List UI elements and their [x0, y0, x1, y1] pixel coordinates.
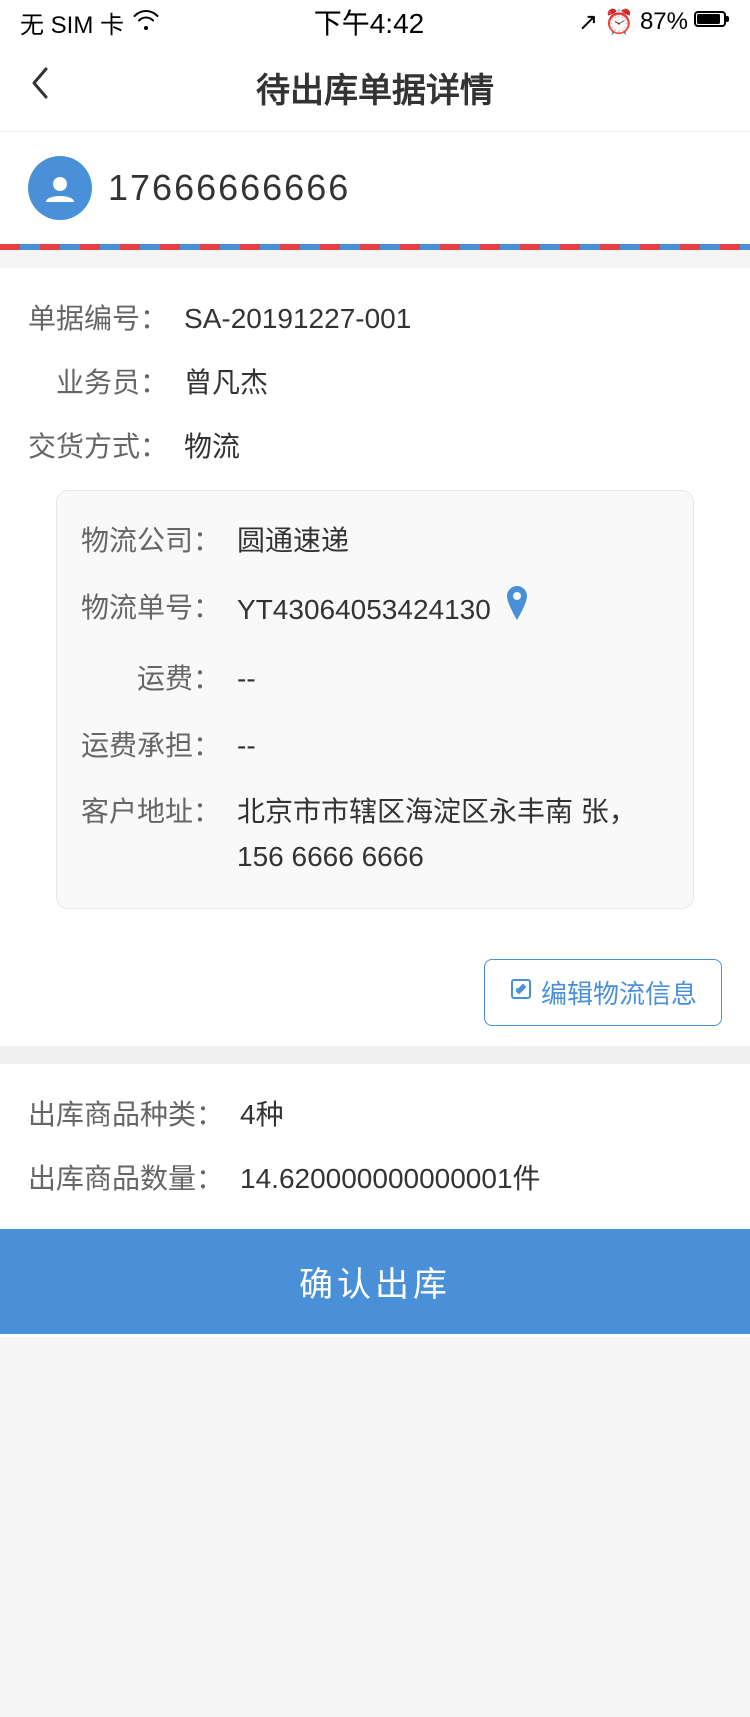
salesman-value: 曾凡杰 [184, 362, 722, 404]
goods-type-value: 4种 [240, 1094, 722, 1136]
delivery-label: 交货方式： [28, 426, 168, 468]
page-title: 待出库单据详情 [256, 63, 494, 112]
user-header: 17666666666 [0, 132, 750, 244]
freight-value: -- [237, 657, 669, 702]
user-phone: 17666666666 [108, 167, 350, 209]
order-no-value: SA-20191227-001 [184, 298, 722, 340]
avatar [28, 156, 92, 220]
tracking-value: YT43064053424130 [237, 586, 669, 635]
freight-label: 运费： [81, 657, 221, 702]
confirm-button-container: 确认出库 [0, 1229, 750, 1334]
salesman-label: 业务员： [28, 362, 168, 404]
wifi-icon [132, 8, 160, 37]
edit-logistics-button[interactable]: 编辑物流信息 [484, 959, 722, 1026]
status-time: 下午4:42 [314, 2, 425, 42]
delivery-row: 交货方式： 物流 [28, 426, 722, 468]
freight-bearer-label: 运费承担： [81, 724, 221, 769]
goods-quantity-row: 出库商品数量： 14.620000000000001件 [28, 1158, 722, 1200]
goods-quantity-value: 14.620000000000001件 [240, 1158, 722, 1200]
status-bar: 无 SIM 卡 下午4:42 ↗ ⏰ 87% [0, 0, 750, 44]
address-value: 北京市市辖区海淀区永丰南 张，156 6666 6666 [237, 790, 669, 880]
order-no-row: 单据编号： SA-20191227-001 [28, 298, 722, 340]
company-row: 物流公司： 圆通速递 [81, 519, 669, 564]
salesman-row: 业务员： 曾凡杰 [28, 362, 722, 404]
tracking-location-icon[interactable] [503, 586, 531, 635]
carrier-label: 无 SIM 卡 [20, 5, 124, 40]
edit-logistics-label: 编辑物流信息 [541, 974, 697, 1011]
section-divider [0, 1046, 750, 1064]
edit-icon [509, 977, 533, 1008]
company-label: 物流公司： [81, 519, 221, 564]
clock-icon: ⏰ [604, 8, 634, 37]
goods-quantity-label: 出库商品数量： [28, 1158, 224, 1200]
battery-icon [694, 8, 730, 36]
confirm-button[interactable]: 确认出库 [299, 1257, 451, 1306]
dashed-divider [0, 244, 750, 250]
nav-bar: 待出库单据详情 [0, 44, 750, 132]
freight-row: 运费： -- [81, 657, 669, 702]
address-row: 客户地址： 北京市市辖区海淀区永丰南 张，156 6666 6666 [81, 790, 669, 880]
basic-info-section: 单据编号： SA-20191227-001 业务员： 曾凡杰 交货方式： 物流 … [0, 268, 750, 939]
edit-logistics-container: 编辑物流信息 [0, 939, 750, 1046]
status-right: ↗ ⏰ 87% [578, 8, 730, 37]
location-status-icon: ↗ [578, 8, 598, 37]
tracking-label: 物流单号： [81, 586, 221, 631]
goods-type-row: 出库商品种类： 4种 [28, 1094, 722, 1136]
freight-bearer-row: 运费承担： -- [81, 724, 669, 769]
logistics-card: 物流公司： 圆通速递 物流单号： YT43064053424130 运费： -- [56, 490, 694, 909]
status-left: 无 SIM 卡 [20, 5, 160, 40]
delivery-value: 物流 [184, 426, 722, 468]
company-value: 圆通速递 [237, 519, 669, 564]
bottom-space [0, 1337, 750, 1597]
back-button[interactable] [28, 63, 52, 112]
tracking-row: 物流单号： YT43064053424130 [81, 586, 669, 635]
freight-bearer-value: -- [237, 724, 669, 769]
order-no-label: 单据编号： [28, 298, 168, 340]
goods-section: 出库商品种类： 4种 出库商品数量： 14.620000000000001件 [0, 1064, 750, 1230]
battery-label: 87% [640, 8, 688, 36]
address-label: 客户地址： [81, 790, 221, 835]
goods-type-label: 出库商品种类： [28, 1094, 224, 1136]
